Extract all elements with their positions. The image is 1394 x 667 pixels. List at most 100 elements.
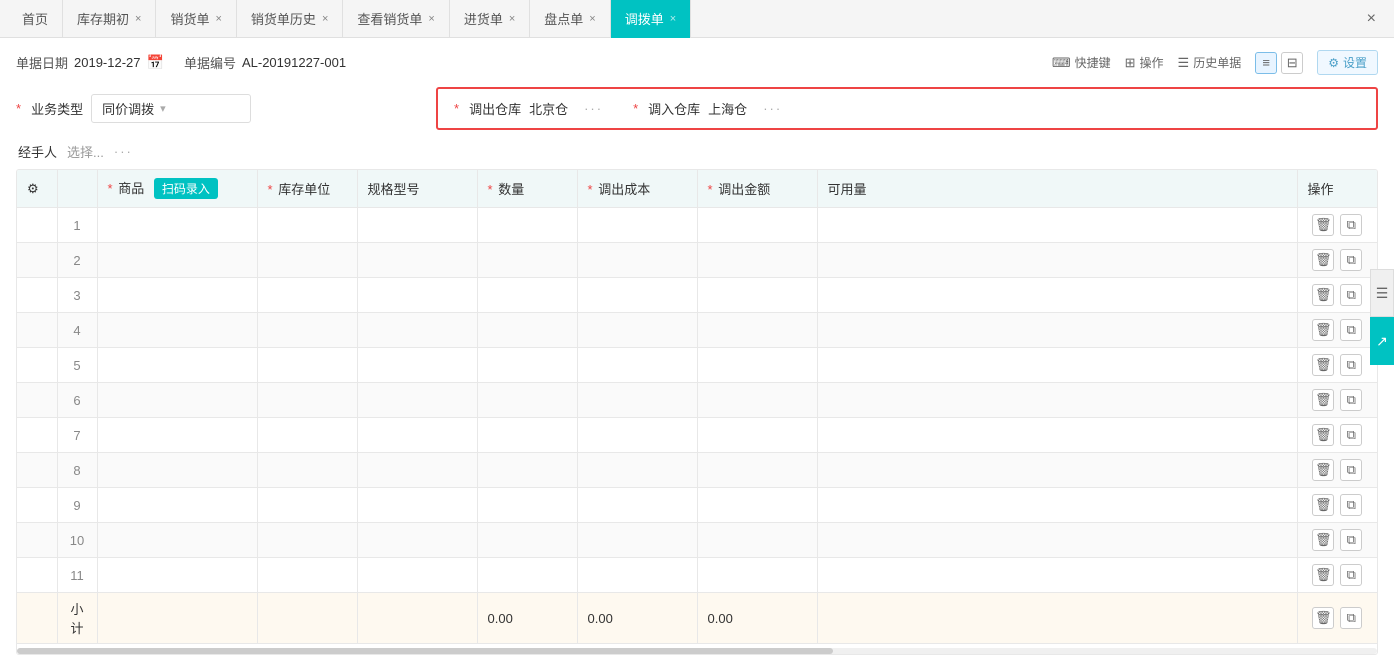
in-warehouse-more-btn[interactable]: ··· (763, 101, 782, 116)
row-product-4[interactable] (97, 313, 257, 348)
tab-close-transfer-order[interactable]: × (670, 13, 676, 25)
row-copy-btn-9[interactable]: ⧉ (1340, 494, 1362, 516)
row-amount-7[interactable] (697, 418, 817, 453)
tab-close-sales-history[interactable]: × (322, 13, 328, 25)
row-copy-btn-1[interactable]: ⧉ (1340, 214, 1362, 236)
tab-view-sales[interactable]: 查看销货单 × (343, 0, 449, 38)
person-more-btn[interactable]: ··· (114, 144, 133, 159)
row-spec-6[interactable] (357, 383, 477, 418)
row-product-6[interactable] (97, 383, 257, 418)
row-qty-4[interactable] (477, 313, 577, 348)
row-spec-10[interactable] (357, 523, 477, 558)
row-delete-btn-11[interactable]: 🗑 (1312, 564, 1334, 586)
business-type-dropdown[interactable]: 同价调拨 ▾ (91, 94, 251, 123)
row-unit-2[interactable] (257, 243, 357, 278)
row-unit-10[interactable] (257, 523, 357, 558)
row-avail-7[interactable] (817, 418, 1297, 453)
row-product-5[interactable] (97, 348, 257, 383)
row-delete-btn-3[interactable]: 🗑 (1312, 284, 1334, 306)
tab-inventory-init[interactable]: 库存期初 × (63, 0, 156, 38)
row-unit-9[interactable] (257, 488, 357, 523)
row-unit-1[interactable] (257, 208, 357, 243)
row-product-8[interactable] (97, 453, 257, 488)
row-unit-8[interactable] (257, 453, 357, 488)
row-copy-btn-5[interactable]: ⧉ (1340, 354, 1362, 376)
layout-btn-2[interactable]: ⊟ (1281, 52, 1303, 74)
row-qty-9[interactable] (477, 488, 577, 523)
row-amount-2[interactable] (697, 243, 817, 278)
row-qty-10[interactable] (477, 523, 577, 558)
row-avail-1[interactable] (817, 208, 1297, 243)
row-product-7[interactable] (97, 418, 257, 453)
row-spec-4[interactable] (357, 313, 477, 348)
row-spec-1[interactable] (357, 208, 477, 243)
float-list-btn[interactable]: ☰ (1370, 269, 1394, 317)
row-product-1[interactable] (97, 208, 257, 243)
row-copy-btn-8[interactable]: ⧉ (1340, 459, 1362, 481)
row-unit-4[interactable] (257, 313, 357, 348)
horizontal-scrollbar[interactable] (17, 648, 1377, 654)
tab-sales-history[interactable]: 销货单历史 × (237, 0, 343, 38)
shortcut-action[interactable]: ⌨ 快捷键 (1052, 54, 1111, 71)
tab-sales-order[interactable]: 销货单 × (156, 0, 236, 38)
row-qty-5[interactable] (477, 348, 577, 383)
row-avail-11[interactable] (817, 558, 1297, 593)
settings-button[interactable]: ⚙ 设置 (1317, 50, 1378, 75)
row-amount-8[interactable] (697, 453, 817, 488)
row-avail-9[interactable] (817, 488, 1297, 523)
row-qty-6[interactable] (477, 383, 577, 418)
row-cost-1[interactable] (577, 208, 697, 243)
row-avail-5[interactable] (817, 348, 1297, 383)
row-delete-btn-5[interactable]: 🗑 (1312, 354, 1334, 376)
row-amount-3[interactable] (697, 278, 817, 313)
row-cost-4[interactable] (577, 313, 697, 348)
tab-home[interactable]: 首页 (8, 0, 63, 38)
row-delete-btn-9[interactable]: 🗑 (1312, 494, 1334, 516)
row-product-11[interactable] (97, 558, 257, 593)
footer-copy-btn[interactable]: ⧉ (1340, 607, 1362, 629)
row-copy-btn-3[interactable]: ⧉ (1340, 284, 1362, 306)
row-amount-11[interactable] (697, 558, 817, 593)
row-product-10[interactable] (97, 523, 257, 558)
row-qty-11[interactable] (477, 558, 577, 593)
row-delete-btn-10[interactable]: 🗑 (1312, 529, 1334, 551)
row-qty-1[interactable] (477, 208, 577, 243)
row-delete-btn-4[interactable]: 🗑 (1312, 319, 1334, 341)
col-gear[interactable]: ⚙ (17, 170, 57, 208)
row-amount-4[interactable] (697, 313, 817, 348)
row-copy-btn-10[interactable]: ⧉ (1340, 529, 1362, 551)
tab-inventory-check[interactable]: 盘点单 × (530, 0, 610, 38)
row-spec-11[interactable] (357, 558, 477, 593)
row-spec-3[interactable] (357, 278, 477, 313)
row-product-2[interactable] (97, 243, 257, 278)
tab-close-purchase-order[interactable]: × (509, 13, 515, 25)
row-unit-7[interactable] (257, 418, 357, 453)
row-unit-11[interactable] (257, 558, 357, 593)
row-qty-2[interactable] (477, 243, 577, 278)
row-spec-5[interactable] (357, 348, 477, 383)
row-copy-btn-6[interactable]: ⧉ (1340, 389, 1362, 411)
row-avail-4[interactable] (817, 313, 1297, 348)
calendar-icon[interactable]: 📅 (147, 54, 164, 71)
row-amount-9[interactable] (697, 488, 817, 523)
row-delete-btn-1[interactable]: 🗑 (1312, 214, 1334, 236)
tab-close-view-sales[interactable]: × (428, 13, 434, 25)
row-unit-6[interactable] (257, 383, 357, 418)
row-cost-10[interactable] (577, 523, 697, 558)
row-delete-btn-8[interactable]: 🗑 (1312, 459, 1334, 481)
row-product-9[interactable] (97, 488, 257, 523)
row-cost-3[interactable] (577, 278, 697, 313)
row-spec-8[interactable] (357, 453, 477, 488)
row-avail-3[interactable] (817, 278, 1297, 313)
row-cost-5[interactable] (577, 348, 697, 383)
row-copy-btn-4[interactable]: ⧉ (1340, 319, 1362, 341)
row-avail-6[interactable] (817, 383, 1297, 418)
row-cost-9[interactable] (577, 488, 697, 523)
row-delete-btn-2[interactable]: 🗑 (1312, 249, 1334, 271)
row-cost-11[interactable] (577, 558, 697, 593)
row-copy-btn-11[interactable]: ⧉ (1340, 564, 1362, 586)
row-copy-btn-2[interactable]: ⧉ (1340, 249, 1362, 271)
tab-close-inventory-init[interactable]: × (135, 13, 141, 25)
row-qty-3[interactable] (477, 278, 577, 313)
row-spec-9[interactable] (357, 488, 477, 523)
